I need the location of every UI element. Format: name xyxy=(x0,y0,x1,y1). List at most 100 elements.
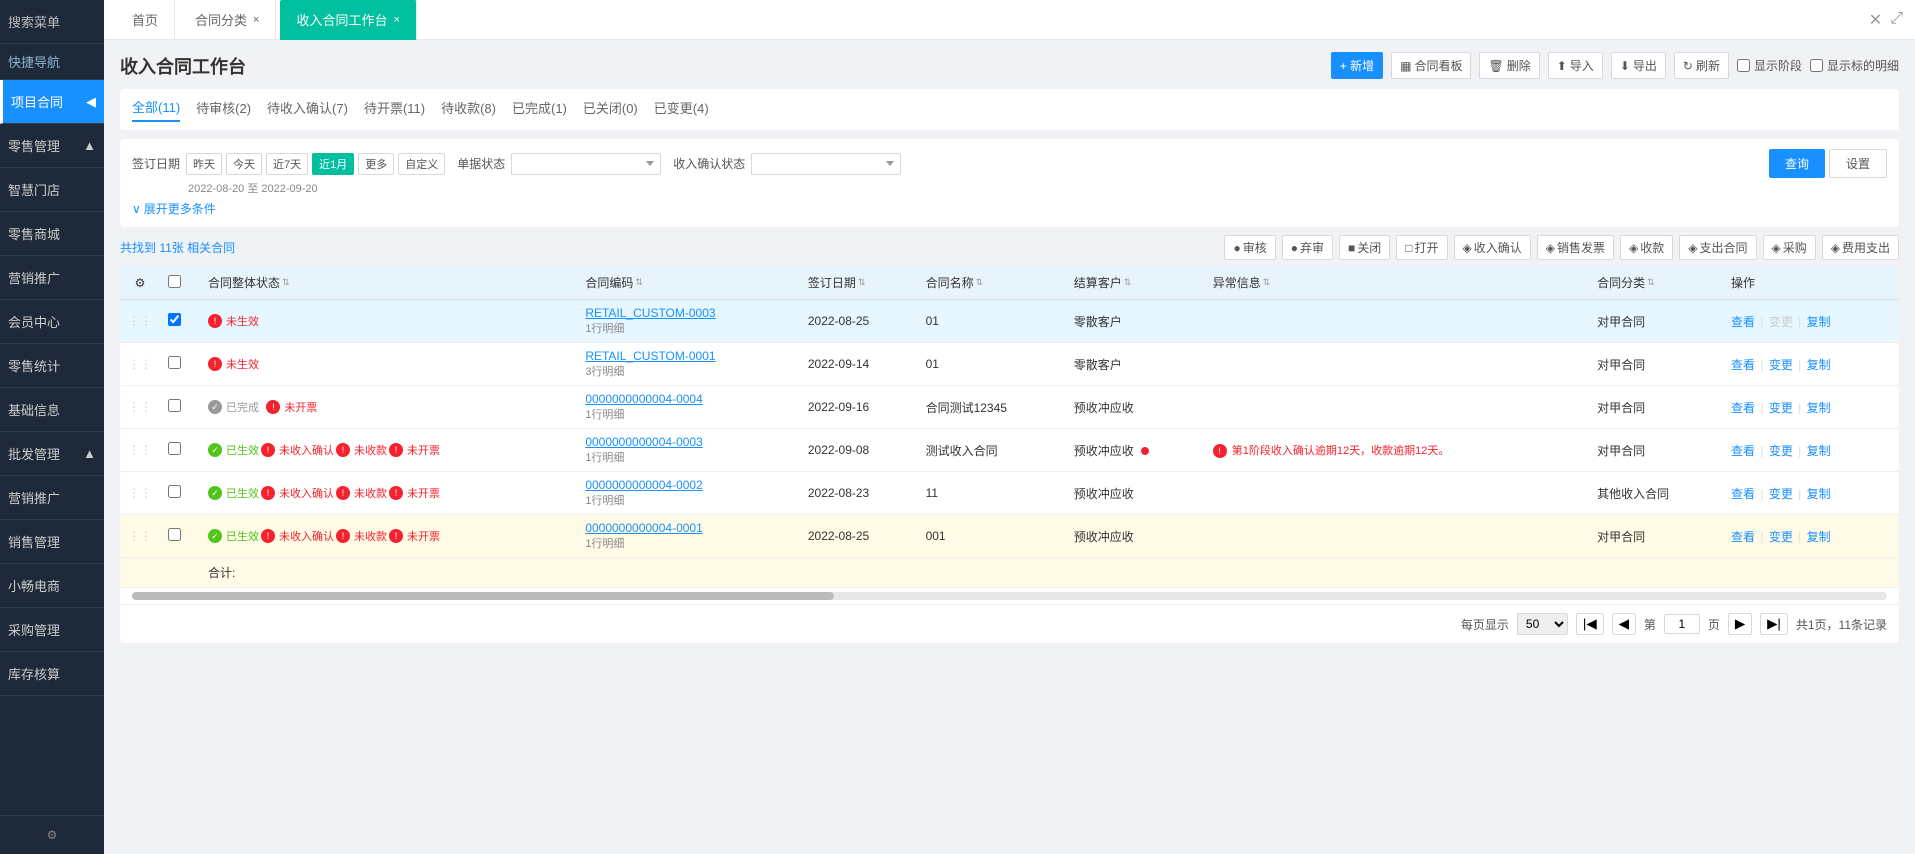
show-detail-checkbox[interactable] xyxy=(1810,59,1823,72)
abandon-review-button[interactable]: ● 弃审 xyxy=(1282,235,1333,260)
expense-contract-button[interactable]: ◈ 支出合同 xyxy=(1679,235,1756,260)
doc-status-select[interactable] xyxy=(511,153,661,175)
copy-btn[interactable]: 复制 xyxy=(1807,487,1831,501)
sidebar-item-ecom[interactable]: 小畅电商 xyxy=(0,564,104,608)
page-prev-btn[interactable]: ◀ xyxy=(1612,613,1636,635)
sidebar-item-online[interactable]: 零售商城 xyxy=(0,212,104,256)
contract-code-link[interactable]: 0000000000004-0001 xyxy=(585,521,792,535)
close-contract-button[interactable]: ■ 关闭 xyxy=(1339,235,1390,260)
filter-tab-pending-payment[interactable]: 待收款(8) xyxy=(441,98,496,121)
sidebar-item-retail[interactable]: 零售管理 ▲ xyxy=(0,124,104,168)
row-checkbox[interactable] xyxy=(168,485,181,498)
sort-contract-status[interactable]: 合同整体状态 ⇅ xyxy=(208,274,290,291)
view-btn[interactable]: 查看 xyxy=(1731,487,1755,501)
sort-contract-code[interactable]: 合同编码 ⇅ xyxy=(585,274,643,291)
confirm-status-select[interactable] xyxy=(751,153,901,175)
select-all-checkbox[interactable] xyxy=(168,275,181,288)
sort-type[interactable]: 合同分类 ⇅ xyxy=(1597,274,1655,291)
expand-more-btn[interactable]: ∨ 展开更多条件 xyxy=(132,200,1887,217)
window-expand-icon[interactable]: ⤢ xyxy=(1890,10,1903,30)
change-btn[interactable]: 变更 xyxy=(1769,444,1793,458)
view-btn[interactable]: 查看 xyxy=(1731,401,1755,415)
change-btn[interactable]: 变更 xyxy=(1769,358,1793,372)
sort-sign-date[interactable]: 签订日期 ⇅ xyxy=(808,274,866,291)
query-button[interactable]: 查询 xyxy=(1769,149,1825,178)
tab-income-workbench[interactable]: 收入合同工作台 × xyxy=(280,0,416,40)
new-button[interactable]: + 新增 xyxy=(1331,52,1383,79)
sidebar-item-purchase[interactable]: 采购管理 xyxy=(0,608,104,652)
view-btn[interactable]: 查看 xyxy=(1731,444,1755,458)
income-confirm-button[interactable]: ◈ 收入确认 xyxy=(1454,235,1531,260)
sidebar-item-member[interactable]: 会员中心 xyxy=(0,300,104,344)
sidebar-search[interactable]: 搜索菜单 xyxy=(0,0,104,44)
row-checkbox[interactable] xyxy=(168,399,181,412)
window-close-icon[interactable]: ✕ xyxy=(1869,10,1882,30)
th-settings[interactable]: ⚙ xyxy=(120,266,160,300)
per-page-select[interactable]: 50 100 200 xyxy=(1517,613,1568,635)
contract-code-link[interactable]: RETAIL_CUSTOM-0003 xyxy=(585,306,792,320)
import-button[interactable]: ⬆ 导入 xyxy=(1548,52,1603,79)
change-btn[interactable]: 变更 xyxy=(1769,315,1793,329)
horizontal-scrollbar[interactable] xyxy=(132,592,1887,600)
sidebar-settings[interactable]: ⚙ xyxy=(0,815,104,854)
copy-btn[interactable]: 复制 xyxy=(1807,315,1831,329)
delete-button[interactable]: 🗑 删除 xyxy=(1479,52,1539,79)
row-checkbox[interactable] xyxy=(168,442,181,455)
change-btn[interactable]: 变更 xyxy=(1769,530,1793,544)
row-checkbox[interactable] xyxy=(168,528,181,541)
sort-contract-name[interactable]: 合同名称 ⇅ xyxy=(926,274,984,291)
tab-income-workbench-close[interactable]: × xyxy=(393,14,399,26)
export-button[interactable]: ⬇ 导出 xyxy=(1611,52,1666,79)
filter-tab-done[interactable]: 已完成(1) xyxy=(512,98,567,121)
view-btn[interactable]: 查看 xyxy=(1731,315,1755,329)
contract-code-link[interactable]: RETAIL_CUSTOM-0001 xyxy=(585,349,792,363)
contract-code-link[interactable]: 0000000000004-0004 xyxy=(585,392,792,406)
page-next-btn[interactable]: ▶ xyxy=(1728,613,1752,635)
date-btn-1month[interactable]: 近1月 xyxy=(312,153,354,175)
tab-contract-cat[interactable]: 合同分类 × xyxy=(179,0,276,40)
filter-tab-pending-review[interactable]: 待审核(2) xyxy=(196,98,251,121)
date-btn-7days[interactable]: 近7天 xyxy=(266,153,308,175)
contract-code-link[interactable]: 0000000000004-0002 xyxy=(585,478,792,492)
contract-code-link[interactable]: 0000000000004-0003 xyxy=(585,435,792,449)
sidebar-item-smart[interactable]: 智慧门店 xyxy=(0,168,104,212)
sidebar-quick-nav[interactable]: 快捷导航 xyxy=(0,44,104,80)
purchase-button[interactable]: ◈ 采购 xyxy=(1763,235,1816,260)
payment-button[interactable]: ◈ 收款 xyxy=(1620,235,1673,260)
page-number-input[interactable] xyxy=(1664,614,1700,634)
sidebar-item-marketing2[interactable]: 营销推广 xyxy=(0,476,104,520)
sidebar-item-stat[interactable]: 零售统计 xyxy=(0,344,104,388)
page-first-btn[interactable]: |◀ xyxy=(1576,613,1604,635)
copy-btn[interactable]: 复制 xyxy=(1807,530,1831,544)
date-btn-more[interactable]: 更多 xyxy=(358,153,394,175)
filter-tab-changed[interactable]: 已变更(4) xyxy=(654,98,709,121)
kanban-button[interactable]: ▦ 合同看板 xyxy=(1391,52,1471,79)
row-checkbox[interactable] xyxy=(168,356,181,369)
cost-button[interactable]: ◈ 费用支出 xyxy=(1822,235,1899,260)
page-last-btn[interactable]: ▶| xyxy=(1760,613,1788,635)
show-fields-checkbox[interactable] xyxy=(1737,59,1750,72)
view-btn[interactable]: 查看 xyxy=(1731,530,1755,544)
filter-tab-closed[interactable]: 已关闭(0) xyxy=(583,98,638,121)
change-btn[interactable]: 变更 xyxy=(1769,487,1793,501)
sidebar-item-sales[interactable]: 销售管理 xyxy=(0,520,104,564)
open-contract-button[interactable]: □ 打开 xyxy=(1396,235,1447,260)
setting-button[interactable]: 设置 xyxy=(1829,149,1887,178)
view-btn[interactable]: 查看 xyxy=(1731,358,1755,372)
date-btn-yesterday[interactable]: 昨天 xyxy=(186,153,222,175)
sales-invoice-button[interactable]: ◈ 销售发票 xyxy=(1537,235,1614,260)
filter-tab-pending-confirm[interactable]: 待收入确认(7) xyxy=(267,98,348,121)
tab-contract-cat-close[interactable]: × xyxy=(253,14,259,26)
sidebar-item-wholesale[interactable]: 批发管理 ▲ xyxy=(0,432,104,476)
refresh-button[interactable]: ↻ 刷新 xyxy=(1674,52,1729,79)
sidebar-item-base[interactable]: 基础信息 xyxy=(0,388,104,432)
copy-btn[interactable]: 复制 xyxy=(1807,358,1831,372)
date-btn-custom[interactable]: 自定义 xyxy=(398,153,445,175)
tab-home[interactable]: 首页 xyxy=(116,0,175,40)
review-button[interactable]: ● 审核 xyxy=(1224,235,1275,260)
sort-error[interactable]: 异常信息 ⇅ xyxy=(1213,274,1271,291)
filter-tab-all[interactable]: 全部(11) xyxy=(132,97,180,122)
sort-customer[interactable]: 结算客户 ⇅ xyxy=(1074,274,1132,291)
copy-btn[interactable]: 复制 xyxy=(1807,401,1831,415)
date-btn-today[interactable]: 今天 xyxy=(226,153,262,175)
